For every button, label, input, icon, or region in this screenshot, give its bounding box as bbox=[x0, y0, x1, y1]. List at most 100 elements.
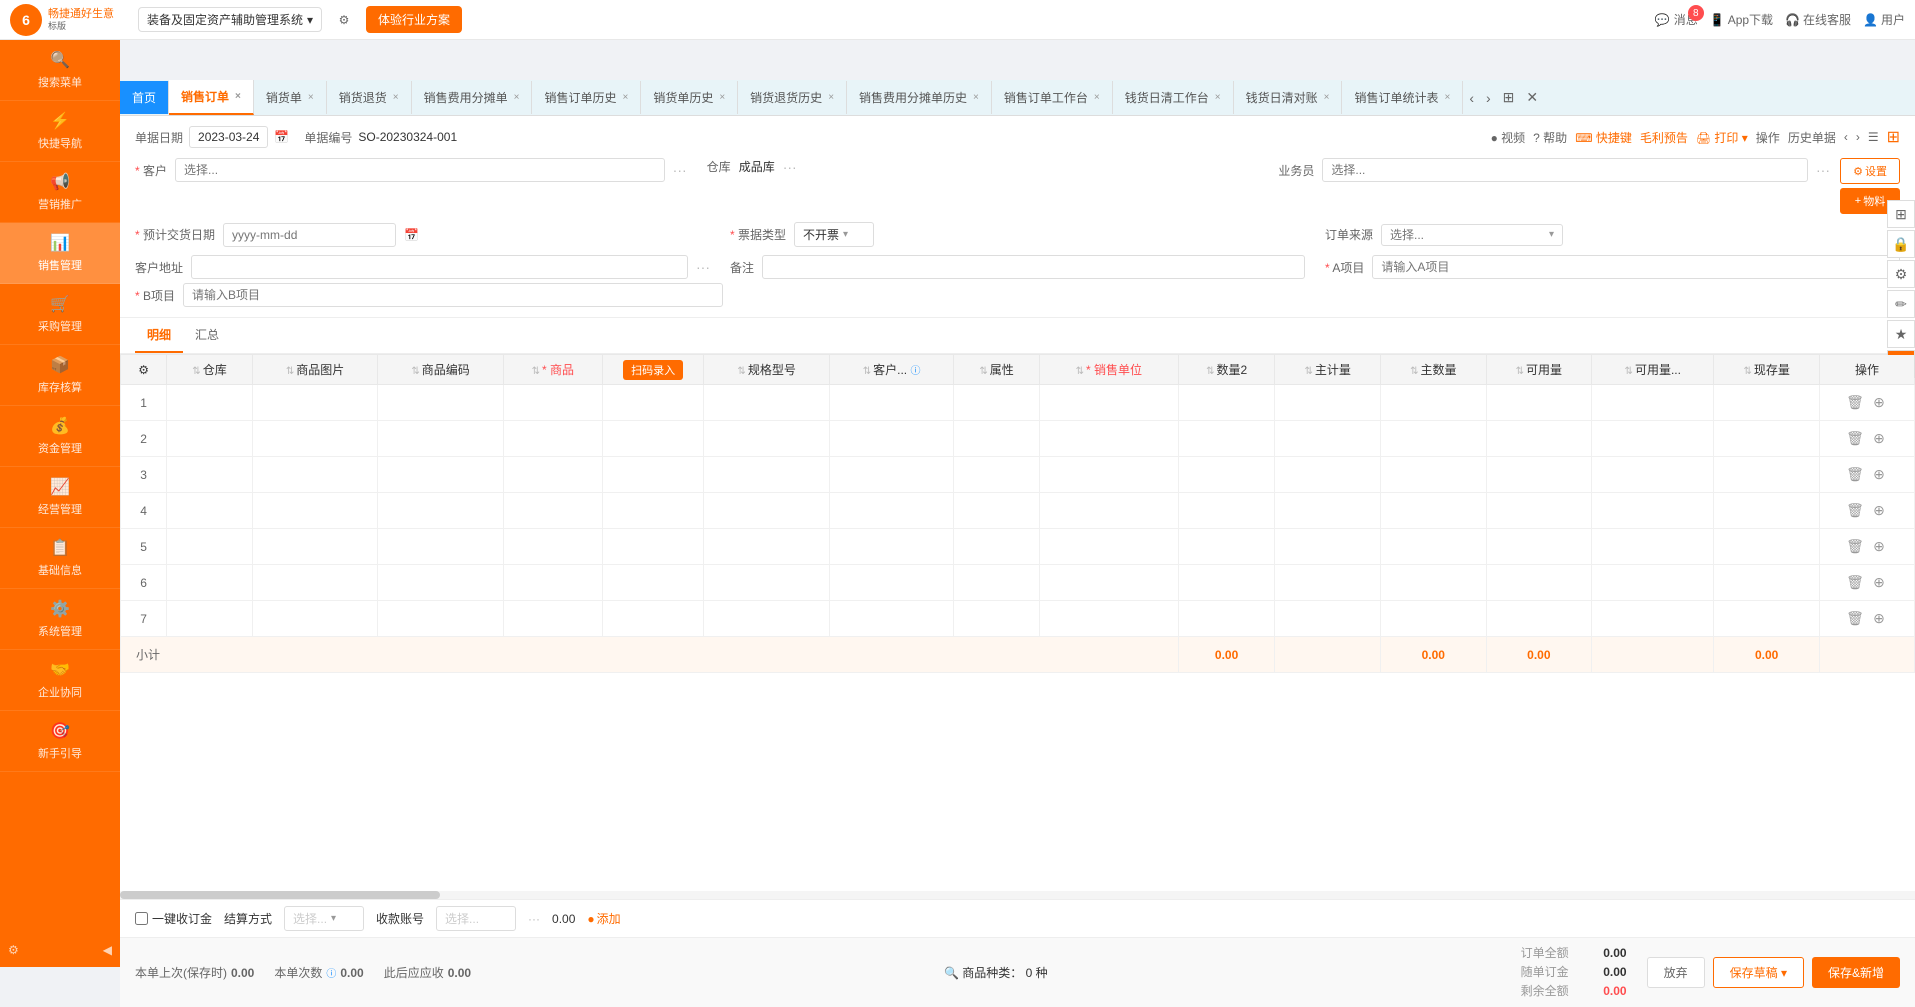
tab-sales-bill-history[interactable]: 销货单历史 × bbox=[641, 81, 738, 114]
warehouse-more-icon[interactable]: ··· bbox=[783, 159, 797, 175]
tab-next-button[interactable]: › bbox=[1480, 86, 1497, 110]
col-spec[interactable]: ⇅规格型号 bbox=[704, 355, 830, 385]
tab-close-icon[interactable]: × bbox=[308, 92, 314, 103]
tab-close-all-button[interactable]: ✕ bbox=[1520, 85, 1544, 110]
delete-row-btn[interactable]: 🗑 bbox=[1845, 429, 1865, 449]
cell-current-2[interactable] bbox=[1714, 421, 1820, 457]
col-image[interactable]: ⇅商品图片 bbox=[252, 355, 378, 385]
cell-available2-1[interactable] bbox=[1592, 385, 1714, 421]
cell-qty2-1[interactable] bbox=[1178, 385, 1275, 421]
video-btn[interactable]: ● 视频 bbox=[1491, 129, 1526, 146]
copy-row-btn[interactable]: ⊕ bbox=[1869, 393, 1889, 413]
delete-row-btn[interactable]: 🗑 bbox=[1845, 609, 1865, 629]
delete-row-btn[interactable]: 🗑 bbox=[1845, 465, 1865, 485]
cell-customer-code-1[interactable] bbox=[829, 385, 953, 421]
order-source-select[interactable]: ▾ bbox=[1381, 224, 1563, 246]
float-btn-1[interactable]: ⊞ bbox=[1887, 200, 1915, 228]
grid-view-icon[interactable]: ☰ bbox=[1868, 130, 1879, 144]
cell-main-qty-1[interactable] bbox=[1381, 385, 1487, 421]
system-selector[interactable]: 装备及固定资产辅助管理系统 ▾ bbox=[138, 7, 322, 32]
delivery-date-input[interactable] bbox=[223, 223, 396, 247]
sidebar-item-baseinfo[interactable]: 📋 基础信息 bbox=[0, 528, 120, 589]
cell-code-2[interactable] bbox=[378, 421, 504, 457]
tab-sales-stats[interactable]: 销售订单统计表 × bbox=[1342, 81, 1463, 114]
note-input[interactable] bbox=[762, 255, 1305, 279]
delete-row-btn[interactable]: 🗑 bbox=[1845, 537, 1865, 557]
shortcut-btn[interactable]: ⌨ 快捷键 bbox=[1575, 129, 1632, 146]
col-main-unit[interactable]: ⇅主计量 bbox=[1275, 355, 1381, 385]
sidebar-item-collab[interactable]: 🤝 企业协同 bbox=[0, 650, 120, 711]
next-record-icon[interactable]: › bbox=[1856, 130, 1860, 144]
cell-main-unit-2[interactable] bbox=[1275, 421, 1381, 457]
col-current[interactable]: ⇅现存量 bbox=[1714, 355, 1820, 385]
col-main-qty[interactable]: ⇅主数量 bbox=[1381, 355, 1487, 385]
copy-row-btn[interactable]: ⊕ bbox=[1869, 501, 1889, 521]
customer-input[interactable] bbox=[175, 158, 665, 182]
scrollbar-thumb[interactable] bbox=[120, 891, 440, 899]
delete-row-btn[interactable]: 🗑 bbox=[1845, 393, 1865, 413]
operation-btn[interactable]: 操作 bbox=[1756, 129, 1780, 146]
tab-summary[interactable]: 汇总 bbox=[183, 318, 231, 353]
staff-more-icon[interactable]: ··· bbox=[1816, 162, 1830, 178]
sidebar-item-system[interactable]: ⚙️ 系统管理 bbox=[0, 589, 120, 650]
copy-row-btn[interactable]: ⊕ bbox=[1869, 609, 1889, 629]
tab-close-icon[interactable]: × bbox=[719, 92, 725, 103]
customer-more-icon[interactable]: ··· bbox=[673, 162, 687, 178]
sidebar-item-marketing[interactable]: 📢 营销推广 bbox=[0, 162, 120, 223]
abandon-button[interactable]: 放弃 bbox=[1647, 957, 1705, 988]
cell-warehouse-2[interactable] bbox=[167, 421, 253, 457]
tab-close-icon[interactable]: × bbox=[622, 92, 628, 103]
col-attr[interactable]: ⇅属性 bbox=[954, 355, 1040, 385]
copy-row-btn[interactable]: ⊕ bbox=[1869, 465, 1889, 485]
cell-code-1[interactable] bbox=[378, 385, 504, 421]
cell-qty2-2[interactable] bbox=[1178, 421, 1275, 457]
deposit-checkbox-label[interactable]: 一键收订金 bbox=[135, 910, 212, 927]
float-btn-4[interactable]: ✏ bbox=[1887, 290, 1915, 318]
tab-return-history[interactable]: 销货退货历史 × bbox=[738, 81, 847, 114]
copy-row-btn[interactable]: ⊕ bbox=[1869, 573, 1889, 593]
cell-image-2[interactable] bbox=[252, 421, 378, 457]
notification-area[interactable]: 💬 消息 8 bbox=[1655, 11, 1698, 28]
calendar-icon[interactable]: 📅 bbox=[274, 130, 289, 144]
tab-home[interactable]: 首页 bbox=[120, 81, 169, 114]
address-more-icon[interactable]: ··· bbox=[696, 259, 710, 275]
tab-sales-order[interactable]: 销售订单 × bbox=[169, 80, 254, 115]
invoice-type-select[interactable]: 不开票 ▾ bbox=[794, 222, 874, 247]
col-qty2[interactable]: ⇅数量2 bbox=[1178, 355, 1275, 385]
tab-close-icon[interactable]: × bbox=[973, 92, 979, 103]
list-view-icon[interactable]: ⊞ bbox=[1887, 127, 1900, 147]
sidebar-item-quicknav[interactable]: ⚡ 快捷导航 bbox=[0, 101, 120, 162]
tab-sales-expense[interactable]: 销售费用分摊单 × bbox=[412, 81, 533, 114]
tab-daily-reconcile[interactable]: 钱货日清对账 × bbox=[1234, 81, 1343, 114]
tab-sales-bill[interactable]: 销货单 × bbox=[254, 81, 327, 114]
cell-available-1[interactable] bbox=[1486, 385, 1592, 421]
sidebar-item-search[interactable]: 🔍 搜索菜单 bbox=[0, 40, 120, 101]
copy-row-btn[interactable]: ⊕ bbox=[1869, 537, 1889, 557]
cell-unit-2[interactable] bbox=[1039, 421, 1178, 457]
tab-close-icon[interactable]: × bbox=[235, 91, 241, 102]
cell-warehouse-1[interactable] bbox=[167, 385, 253, 421]
profit-btn[interactable]: 毛利预告 bbox=[1640, 129, 1688, 146]
settings-icon[interactable]: ⚙ bbox=[330, 6, 358, 34]
tab-close-icon[interactable]: × bbox=[393, 92, 399, 103]
prev-record-icon[interactable]: ‹ bbox=[1844, 130, 1848, 144]
customer-address-input[interactable] bbox=[191, 255, 688, 279]
b-project-input[interactable] bbox=[183, 283, 723, 307]
app-download[interactable]: 📱 App下载 bbox=[1710, 11, 1773, 28]
tab-close-icon[interactable]: × bbox=[1324, 92, 1330, 103]
sidebar-item-guide[interactable]: 🎯 新手引导 bbox=[0, 711, 120, 772]
col-goods[interactable]: ⇅* 商品 bbox=[503, 355, 602, 385]
sidebar-collapse-icon[interactable]: ◀ bbox=[103, 943, 112, 957]
cell-current-1[interactable] bbox=[1714, 385, 1820, 421]
col-settings[interactable]: ⚙ bbox=[121, 355, 167, 385]
print-btn[interactable]: 🖨 打印 ▾ bbox=[1696, 129, 1748, 146]
staff-input[interactable] bbox=[1322, 158, 1808, 182]
help-btn[interactable]: ? 帮助 bbox=[1533, 129, 1567, 146]
cell-image-1[interactable] bbox=[252, 385, 378, 421]
user-area[interactable]: 👤 用户 bbox=[1863, 11, 1905, 28]
payment-method-select[interactable]: 选择... ▾ bbox=[284, 906, 364, 931]
cell-main-qty-2[interactable] bbox=[1381, 421, 1487, 457]
cell-attr-1[interactable] bbox=[954, 385, 1040, 421]
col-code[interactable]: ⇅商品编码 bbox=[378, 355, 504, 385]
tab-prev-button[interactable]: ‹ bbox=[1463, 86, 1480, 110]
